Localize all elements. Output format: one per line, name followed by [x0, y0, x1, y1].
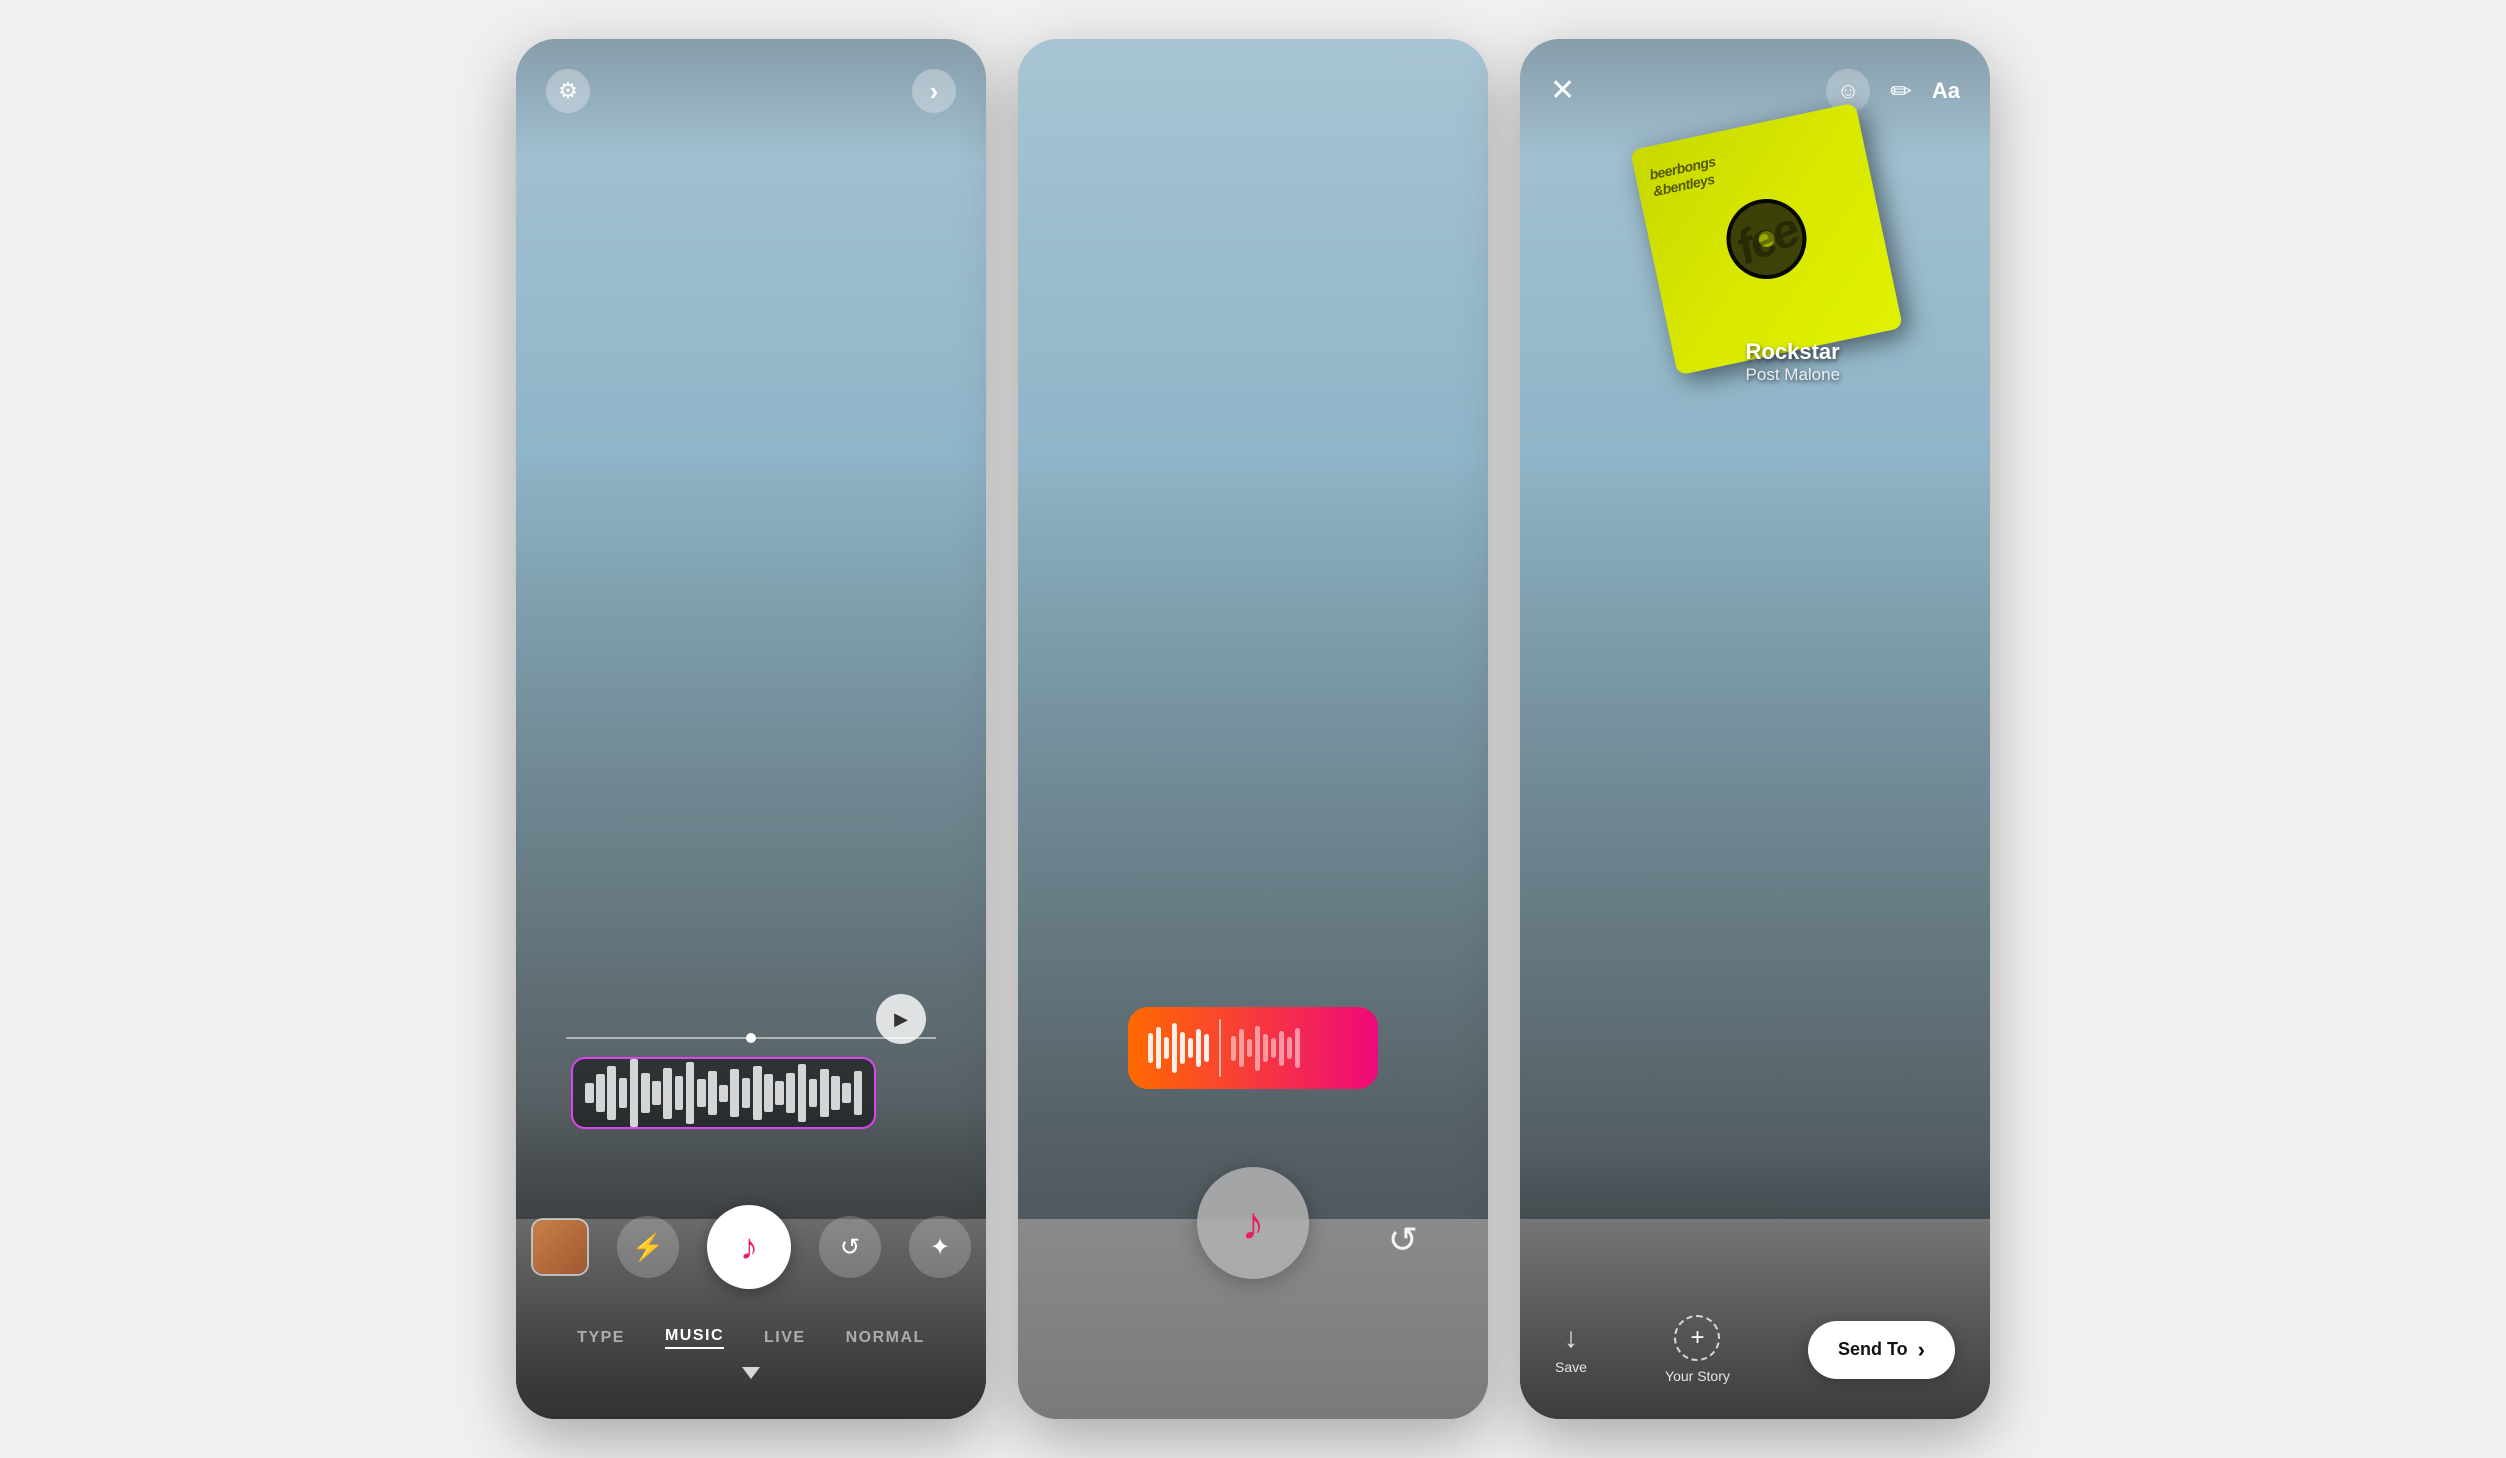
screen-3: ✕ ☺ ✏ Aa beerbongs&bentleys fee — [1520, 39, 1990, 1419]
mode-normal[interactable]: NORMAL — [846, 1329, 925, 1347]
chevron-down-icon — [742, 1367, 760, 1379]
effects-button[interactable]: ✦ — [909, 1216, 971, 1278]
screen-1: ⚙ › ▶ — [516, 39, 986, 1419]
send-to-arrow: › — [1918, 1337, 1925, 1363]
send-to-button[interactable]: Send To › — [1808, 1321, 1955, 1379]
music-waveform-sticker[interactable] — [571, 1057, 876, 1129]
timeline — [566, 1037, 936, 1039]
screen-2: ♪ ↺ — [1018, 39, 1488, 1419]
settings-icon[interactable]: ⚙ — [546, 69, 590, 113]
music-center-button[interactable]: ♪ — [1197, 1167, 1309, 1279]
text-button[interactable]: Aa — [1932, 78, 1960, 104]
forward-icon[interactable]: › — [912, 69, 956, 113]
song-title: Rockstar — [1746, 339, 1841, 365]
close-button[interactable]: ✕ — [1550, 76, 1575, 106]
gallery-thumbnail[interactable] — [531, 1218, 589, 1276]
play-button[interactable]: ▶ — [876, 994, 926, 1044]
album-sticker[interactable]: beerbongs&bentleys fee — [1630, 103, 1903, 376]
timer-button[interactable]: ↺ — [819, 1216, 881, 1278]
screen3-topbar: ✕ ☺ ✏ Aa — [1550, 69, 1960, 113]
song-artist: Post Malone — [1746, 365, 1841, 385]
mode-type[interactable]: TYPE — [577, 1329, 625, 1347]
your-story-label: Your Story — [1665, 1368, 1730, 1384]
spin-icon[interactable]: ↺ — [1388, 1219, 1418, 1261]
song-info: Rockstar Post Malone — [1746, 339, 1841, 385]
pen-icon[interactable]: ✏ — [1890, 76, 1912, 107]
music-button-main[interactable]: ♪ — [707, 1205, 791, 1289]
add-story-icon: + — [1674, 1315, 1720, 1361]
save-icon: ↓ — [1564, 1324, 1578, 1352]
mode-music[interactable]: MUSIC — [665, 1327, 724, 1349]
save-button[interactable]: ↓ Save — [1555, 1324, 1587, 1375]
mode-live[interactable]: LIVE — [764, 1329, 806, 1347]
save-label: Save — [1555, 1359, 1587, 1375]
your-story-button[interactable]: + Your Story — [1665, 1315, 1730, 1384]
music-sticker[interactable] — [1128, 1007, 1378, 1089]
flash-button[interactable]: ⚡ — [617, 1216, 679, 1278]
bottom-action-bar: ↓ Save + Your Story Send To › — [1520, 1315, 1990, 1384]
send-to-label: Send To — [1838, 1339, 1908, 1360]
